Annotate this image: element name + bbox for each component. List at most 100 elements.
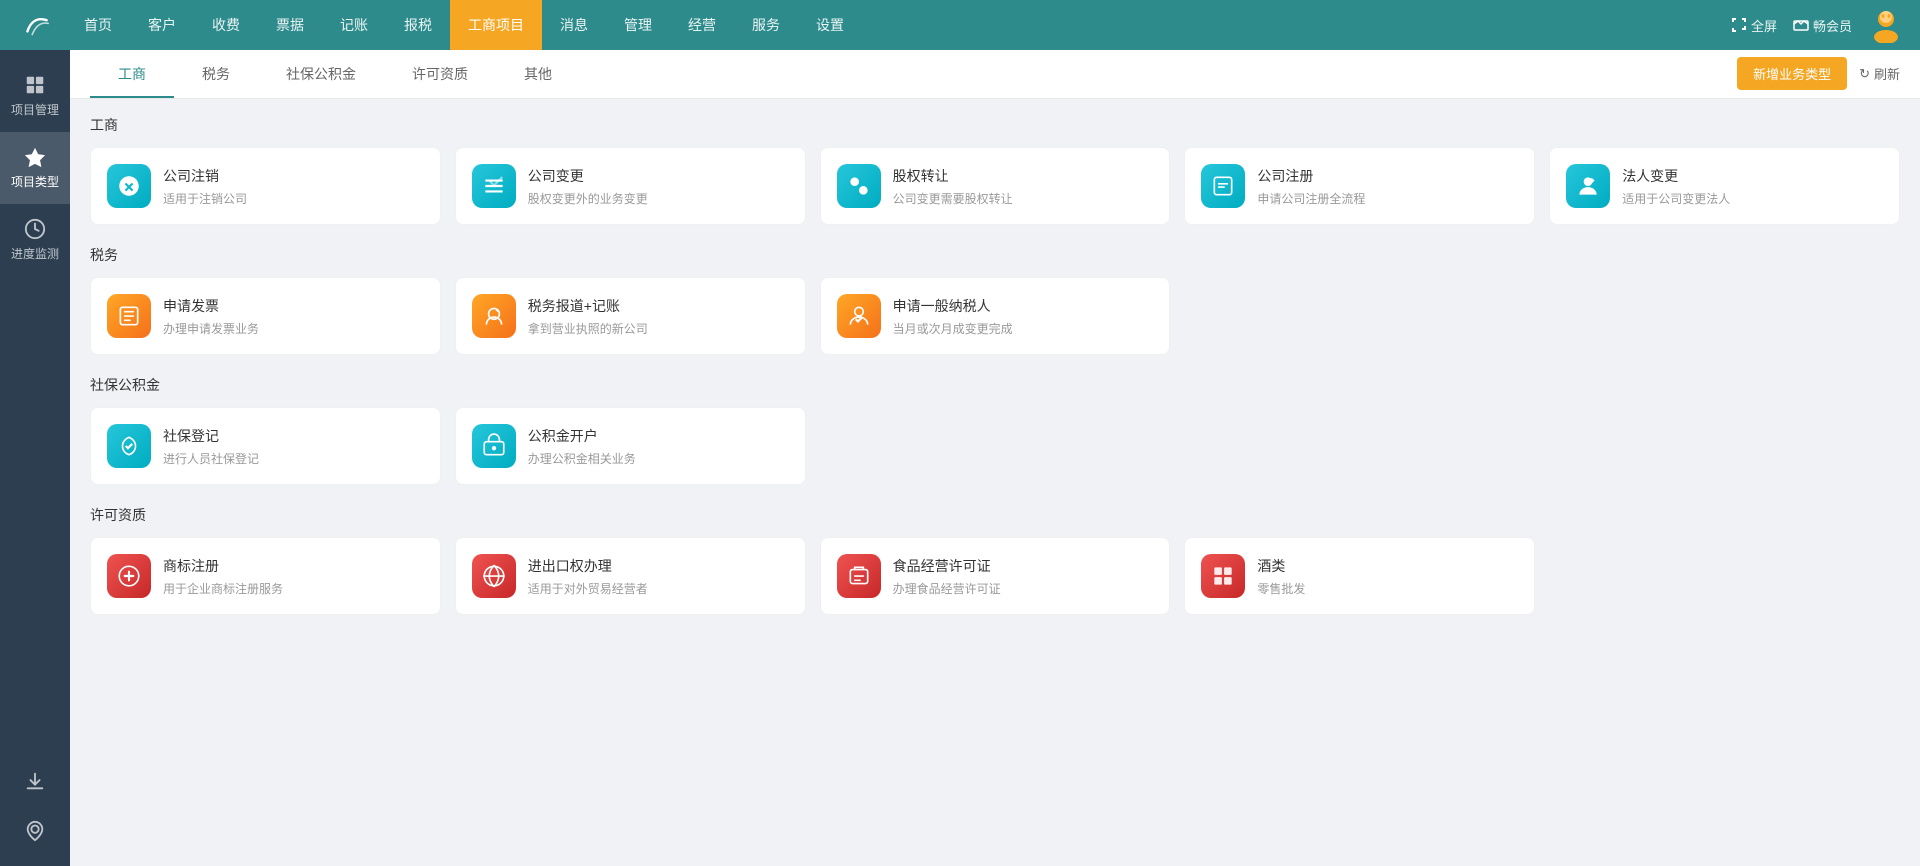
card-trademark[interactable]: 商标注册 用于企业商标注册服务 xyxy=(90,537,441,615)
tab-社保公积金[interactable]: 社保公积金 xyxy=(258,50,384,98)
card-info: 公司变更 股权变更外的业务变更 xyxy=(528,166,789,207)
card-info: 税务报道+记账 拿到营业执照的新公司 xyxy=(528,296,789,337)
card-info: 公司注册 申请公司注册全流程 xyxy=(1257,166,1518,207)
card-icon xyxy=(107,554,151,598)
card-icon xyxy=(472,294,516,338)
tabs-left: 工商税务社保公积金许可资质其他 xyxy=(90,50,580,98)
card-cancel-company[interactable]: 公司注销 适用于注销公司 xyxy=(90,147,441,225)
sidebar-item-label: 进度监测 xyxy=(11,245,59,262)
card-title: 申请一般纳税人 xyxy=(893,296,1154,316)
card-icon xyxy=(1566,164,1610,208)
card-info: 申请一般纳税人 当月或次月成变更完成 xyxy=(893,296,1154,337)
fullscreen-button[interactable]: 全屏 xyxy=(1731,16,1777,35)
section-title: 许可资质 xyxy=(90,505,1900,525)
card-desc: 公司变更需要股权转让 xyxy=(893,190,1154,207)
top-nav-right: 全屏 畅会员 xyxy=(1731,7,1904,43)
add-type-button[interactable]: 新增业务类型 xyxy=(1737,57,1847,90)
sidebar-item-label: 项目管理 xyxy=(11,101,59,118)
card-info: 法人变更 适用于公司变更法人 xyxy=(1622,166,1883,207)
card-info: 股权转让 公司变更需要股权转让 xyxy=(893,166,1154,207)
sidebar-download[interactable] xyxy=(24,756,46,806)
card-info: 申请发票 办理申请发票业务 xyxy=(163,296,424,337)
card-title: 食品经营许可证 xyxy=(893,556,1154,576)
tabs-right: 新增业务类型 ↻ 刷新 xyxy=(1737,57,1900,98)
card-info: 商标注册 用于企业商标注册服务 xyxy=(163,556,424,597)
content-scroll[interactable]: 工商 公司注销 适用于注销公司 公司变更 股权变更外的业务变更 股权转让 公 xyxy=(70,99,1920,866)
section-许可资质: 许可资质 商标注册 用于企业商标注册服务 进出口权办理 适用于对外贸易经营者 食… xyxy=(90,505,1900,615)
card-title: 社保登记 xyxy=(163,426,424,446)
nav-item-票据[interactable]: 票据 xyxy=(258,0,322,50)
sidebar-item-progress-monitor[interactable]: 进度监测 xyxy=(0,204,70,276)
vip-button[interactable]: 畅会员 xyxy=(1793,16,1852,35)
card-desc: 申请公司注册全流程 xyxy=(1257,190,1518,207)
nav-item-记账[interactable]: 记账 xyxy=(322,0,386,50)
nav-items: 首页客户收费票据记账报税工商项目消息管理经营服务设置 xyxy=(66,0,1731,50)
card-title: 酒类 xyxy=(1257,556,1518,576)
nav-item-设置[interactable]: 设置 xyxy=(798,0,862,50)
card-icon xyxy=(472,554,516,598)
tabs-bar: 工商税务社保公积金许可资质其他 新增业务类型 ↻ 刷新 xyxy=(70,50,1920,99)
avatar[interactable] xyxy=(1868,7,1904,43)
section-title: 工商 xyxy=(90,115,1900,135)
main-layout: 项目管理 项目类型 进度监测 xyxy=(0,50,1920,866)
sidebar-item-project-management[interactable]: 项目管理 xyxy=(0,60,70,132)
card-register-company[interactable]: 公司注册 申请公司注册全流程 xyxy=(1184,147,1535,225)
card-desc: 办理公积金相关业务 xyxy=(528,450,789,467)
card-apply-invoice[interactable]: 申请发票 办理申请发票业务 xyxy=(90,277,441,355)
card-title: 法人变更 xyxy=(1622,166,1883,186)
card-tax-report[interactable]: 税务报道+记账 拿到营业执照的新公司 xyxy=(455,277,806,355)
card-title: 商标注册 xyxy=(163,556,424,576)
card-icon xyxy=(107,164,151,208)
card-info: 公司注销 适用于注销公司 xyxy=(163,166,424,207)
tab-其他[interactable]: 其他 xyxy=(496,50,580,98)
card-change-company[interactable]: 公司变更 股权变更外的业务变更 xyxy=(455,147,806,225)
nav-item-首页[interactable]: 首页 xyxy=(66,0,130,50)
top-navigation: 首页客户收费票据记账报税工商项目消息管理经营服务设置 全屏 畅会员 xyxy=(0,0,1920,50)
tab-工商[interactable]: 工商 xyxy=(90,50,174,98)
cards-grid: 社保登记 进行人员社保登记 公积金开户 办理公积金相关业务 xyxy=(90,407,1900,485)
nav-item-管理[interactable]: 管理 xyxy=(606,0,670,50)
sidebar-bottom xyxy=(24,756,46,856)
card-icon xyxy=(107,424,151,468)
cards-grid: 公司注销 适用于注销公司 公司变更 股权变更外的业务变更 股权转让 公司变更需要… xyxy=(90,147,1900,225)
nav-item-报税[interactable]: 报税 xyxy=(386,0,450,50)
card-equity-transfer[interactable]: 股权转让 公司变更需要股权转让 xyxy=(820,147,1171,225)
left-sidebar: 项目管理 项目类型 进度监测 xyxy=(0,50,70,866)
card-food-license[interactable]: 食品经营许可证 办理食品经营许可证 xyxy=(820,537,1171,615)
nav-item-工商项目[interactable]: 工商项目 xyxy=(450,0,542,50)
card-icon xyxy=(837,294,881,338)
nav-item-经营[interactable]: 经营 xyxy=(670,0,734,50)
sidebar-item-project-type[interactable]: 项目类型 xyxy=(0,132,70,204)
card-icon xyxy=(1201,554,1245,598)
card-icon xyxy=(472,164,516,208)
card-icon xyxy=(472,424,516,468)
card-desc: 股权变更外的业务变更 xyxy=(528,190,789,207)
refresh-icon: ↻ xyxy=(1859,66,1870,82)
card-social-insurance[interactable]: 社保登记 进行人员社保登记 xyxy=(90,407,441,485)
nav-item-消息[interactable]: 消息 xyxy=(542,0,606,50)
card-desc: 适用于对外贸易经营者 xyxy=(528,580,789,597)
section-title: 社保公积金 xyxy=(90,375,1900,395)
refresh-button[interactable]: ↻ 刷新 xyxy=(1859,64,1900,83)
nav-item-客户[interactable]: 客户 xyxy=(130,0,194,50)
card-title: 税务报道+记账 xyxy=(528,296,789,316)
card-icon xyxy=(837,164,881,208)
tab-许可资质[interactable]: 许可资质 xyxy=(384,50,496,98)
card-desc: 办理食品经营许可证 xyxy=(893,580,1154,597)
card-liquor[interactable]: 酒类 零售批发 xyxy=(1184,537,1535,615)
card-change-legal-person[interactable]: 法人变更 适用于公司变更法人 xyxy=(1549,147,1900,225)
sidebar-location[interactable] xyxy=(24,806,46,856)
card-import-export[interactable]: 进出口权办理 适用于对外贸易经营者 xyxy=(455,537,806,615)
section-工商: 工商 公司注销 适用于注销公司 公司变更 股权变更外的业务变更 股权转让 公 xyxy=(90,115,1900,225)
nav-item-服务[interactable]: 服务 xyxy=(734,0,798,50)
card-title: 公司注册 xyxy=(1257,166,1518,186)
card-title: 公积金开户 xyxy=(528,426,789,446)
card-title: 股权转让 xyxy=(893,166,1154,186)
card-desc: 当月或次月成变更完成 xyxy=(893,320,1154,337)
app-logo[interactable] xyxy=(16,4,58,46)
nav-item-收费[interactable]: 收费 xyxy=(194,0,258,50)
card-provident-fund[interactable]: 公积金开户 办理公积金相关业务 xyxy=(455,407,806,485)
tab-税务[interactable]: 税务 xyxy=(174,50,258,98)
card-apply-taxpayer[interactable]: 申请一般纳税人 当月或次月成变更完成 xyxy=(820,277,1171,355)
card-info: 公积金开户 办理公积金相关业务 xyxy=(528,426,789,467)
